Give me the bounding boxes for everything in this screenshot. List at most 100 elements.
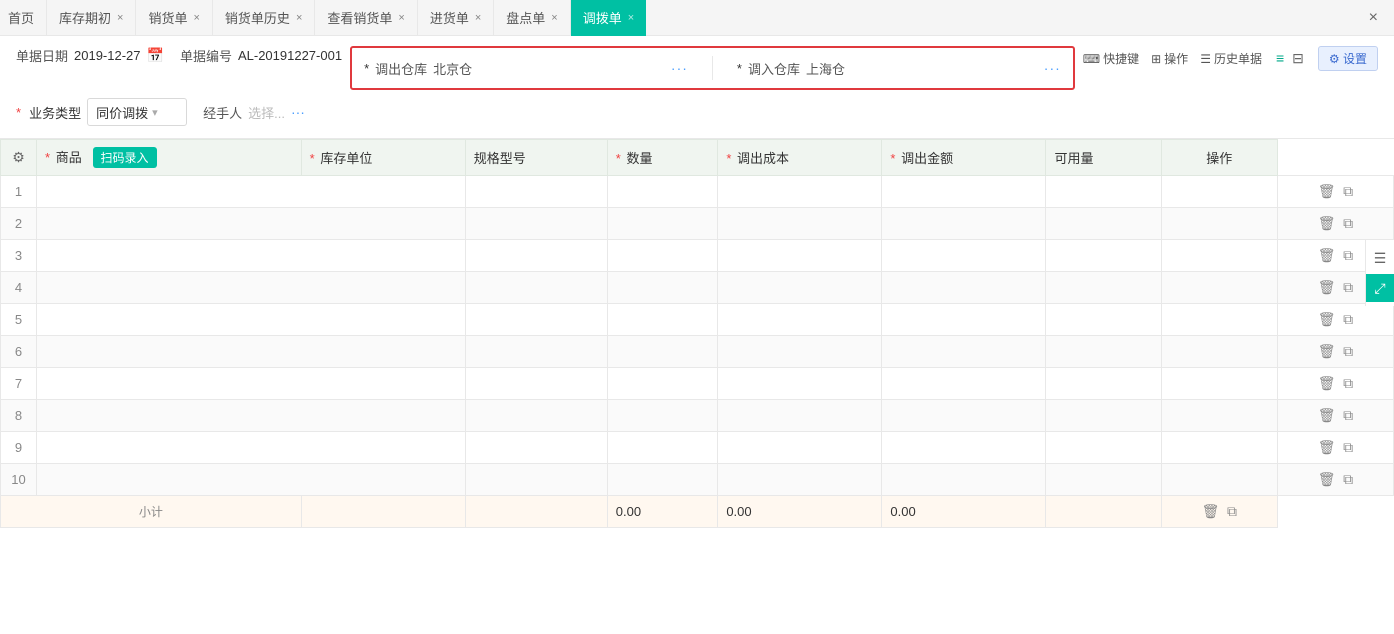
goods-cell-4[interactable] [37, 272, 466, 304]
tab-purchase[interactable]: 进货单 × [418, 0, 494, 36]
qty-cell-2[interactable] [718, 208, 882, 240]
tab-sales[interactable]: 销货单 × [136, 0, 212, 36]
goods-cell-5[interactable] [37, 304, 466, 336]
qty-cell-10[interactable] [718, 464, 882, 496]
delete-icon-4[interactable]: 🗑 [1318, 279, 1336, 295]
tab-stocktake-close[interactable]: × [551, 12, 557, 24]
unit-cell-7[interactable] [465, 368, 607, 400]
copy-icon-7[interactable]: ⧉ [1343, 375, 1353, 391]
setting-button[interactable]: ⚙ 设置 [1318, 46, 1378, 71]
delete-icon-5[interactable]: 🗑 [1318, 311, 1336, 327]
goods-cell-3[interactable] [37, 240, 466, 272]
out-wh-more-button[interactable]: ··· [671, 60, 688, 76]
unit-cell-5[interactable] [465, 304, 607, 336]
copy-icon-10[interactable]: ⧉ [1343, 471, 1353, 487]
tab-inventory-init[interactable]: 库存期初 × [47, 0, 136, 36]
tab-sales-history[interactable]: 销货单历史 × [213, 0, 315, 36]
delete-icon-1[interactable]: 🗑 [1318, 183, 1336, 199]
delete-icon-10[interactable]: 🗑 [1318, 471, 1336, 487]
scan-entry-button[interactable]: 扫码录入 [93, 147, 157, 168]
biz-type-select[interactable]: 同价调拨 ▾ [87, 98, 187, 126]
delete-icon-6[interactable]: 🗑 [1318, 343, 1336, 359]
tab-view-sales-close[interactable]: × [398, 12, 404, 24]
copy-icon-3[interactable]: ⧉ [1343, 247, 1353, 263]
cost-cell-5[interactable] [882, 304, 1046, 336]
qty-cell-7[interactable] [718, 368, 882, 400]
tab-transfer-close[interactable]: × [628, 12, 634, 24]
window-close-button[interactable]: × [1361, 9, 1386, 27]
copy-icon-9[interactable]: ⧉ [1343, 439, 1353, 455]
amount-cell-6[interactable] [1046, 336, 1161, 368]
unit-cell-4[interactable] [465, 272, 607, 304]
spec-cell-9[interactable] [607, 432, 718, 464]
shortcut-button[interactable]: ⌨ 快捷键 [1083, 50, 1139, 67]
goods-cell-2[interactable] [37, 208, 466, 240]
amount-cell-1[interactable] [1046, 176, 1161, 208]
spec-cell-5[interactable] [607, 304, 718, 336]
copy-icon-8[interactable]: ⧉ [1343, 407, 1353, 423]
tab-inventory-init-close[interactable]: × [117, 12, 123, 24]
avail-cell-2[interactable] [1161, 208, 1277, 240]
avail-cell-6[interactable] [1161, 336, 1277, 368]
copy-icon-1[interactable]: ⧉ [1343, 183, 1353, 199]
unit-cell-6[interactable] [465, 336, 607, 368]
goods-cell-6[interactable] [37, 336, 466, 368]
qty-cell-3[interactable] [718, 240, 882, 272]
spec-cell-3[interactable] [607, 240, 718, 272]
qty-cell-4[interactable] [718, 272, 882, 304]
copy-icon-2[interactable]: ⧉ [1343, 215, 1353, 231]
goods-cell-8[interactable] [37, 400, 466, 432]
history-button[interactable]: ☰ 历史单据 [1200, 50, 1262, 67]
sidebar-expand-icon[interactable]: ⤢ [1366, 274, 1394, 302]
table-gear-icon[interactable]: ⚙ [12, 149, 25, 165]
amount-cell-5[interactable] [1046, 304, 1161, 336]
tab-sales-close[interactable]: × [193, 12, 199, 24]
amount-cell-4[interactable] [1046, 272, 1161, 304]
qty-cell-6[interactable] [718, 336, 882, 368]
cost-cell-9[interactable] [882, 432, 1046, 464]
avail-cell-8[interactable] [1161, 400, 1277, 432]
qty-cell-8[interactable] [718, 400, 882, 432]
avail-cell-3[interactable] [1161, 240, 1277, 272]
qty-cell-1[interactable] [718, 176, 882, 208]
spec-cell-8[interactable] [607, 400, 718, 432]
cost-cell-1[interactable] [882, 176, 1046, 208]
cost-cell-6[interactable] [882, 336, 1046, 368]
unit-cell-8[interactable] [465, 400, 607, 432]
avail-cell-4[interactable] [1161, 272, 1277, 304]
delete-icon-9[interactable]: 🗑 [1318, 439, 1336, 455]
avail-cell-7[interactable] [1161, 368, 1277, 400]
delete-icon-7[interactable]: 🗑 [1318, 375, 1336, 391]
cost-cell-8[interactable] [882, 400, 1046, 432]
amount-cell-3[interactable] [1046, 240, 1161, 272]
avail-cell-10[interactable] [1161, 464, 1277, 496]
unit-cell-2[interactable] [465, 208, 607, 240]
qty-cell-5[interactable] [718, 304, 882, 336]
tab-stocktake[interactable]: 盘点单 × [494, 0, 570, 36]
unit-cell-1[interactable] [465, 176, 607, 208]
calendar-icon[interactable]: 📅 [147, 47, 164, 64]
copy-icon-5[interactable]: ⧉ [1343, 311, 1353, 327]
spec-cell-10[interactable] [607, 464, 718, 496]
delete-icon-2[interactable]: 🗑 [1318, 215, 1336, 231]
cost-cell-7[interactable] [882, 368, 1046, 400]
tab-sales-history-close[interactable]: × [296, 12, 302, 24]
in-wh-more-button[interactable]: ··· [1044, 60, 1061, 76]
unit-cell-3[interactable] [465, 240, 607, 272]
cost-cell-3[interactable] [882, 240, 1046, 272]
spec-cell-2[interactable] [607, 208, 718, 240]
amount-cell-9[interactable] [1046, 432, 1161, 464]
delete-icon-3[interactable]: 🗑 [1318, 247, 1336, 263]
amount-cell-7[interactable] [1046, 368, 1161, 400]
goods-cell-7[interactable] [37, 368, 466, 400]
unit-cell-9[interactable] [465, 432, 607, 464]
avail-cell-1[interactable] [1161, 176, 1277, 208]
avail-cell-9[interactable] [1161, 432, 1277, 464]
tab-home[interactable]: 首页 [8, 0, 47, 36]
goods-cell-1[interactable] [37, 176, 466, 208]
amount-cell-8[interactable] [1046, 400, 1161, 432]
spec-cell-6[interactable] [607, 336, 718, 368]
unit-cell-10[interactable] [465, 464, 607, 496]
goods-cell-9[interactable] [37, 432, 466, 464]
amount-cell-2[interactable] [1046, 208, 1161, 240]
